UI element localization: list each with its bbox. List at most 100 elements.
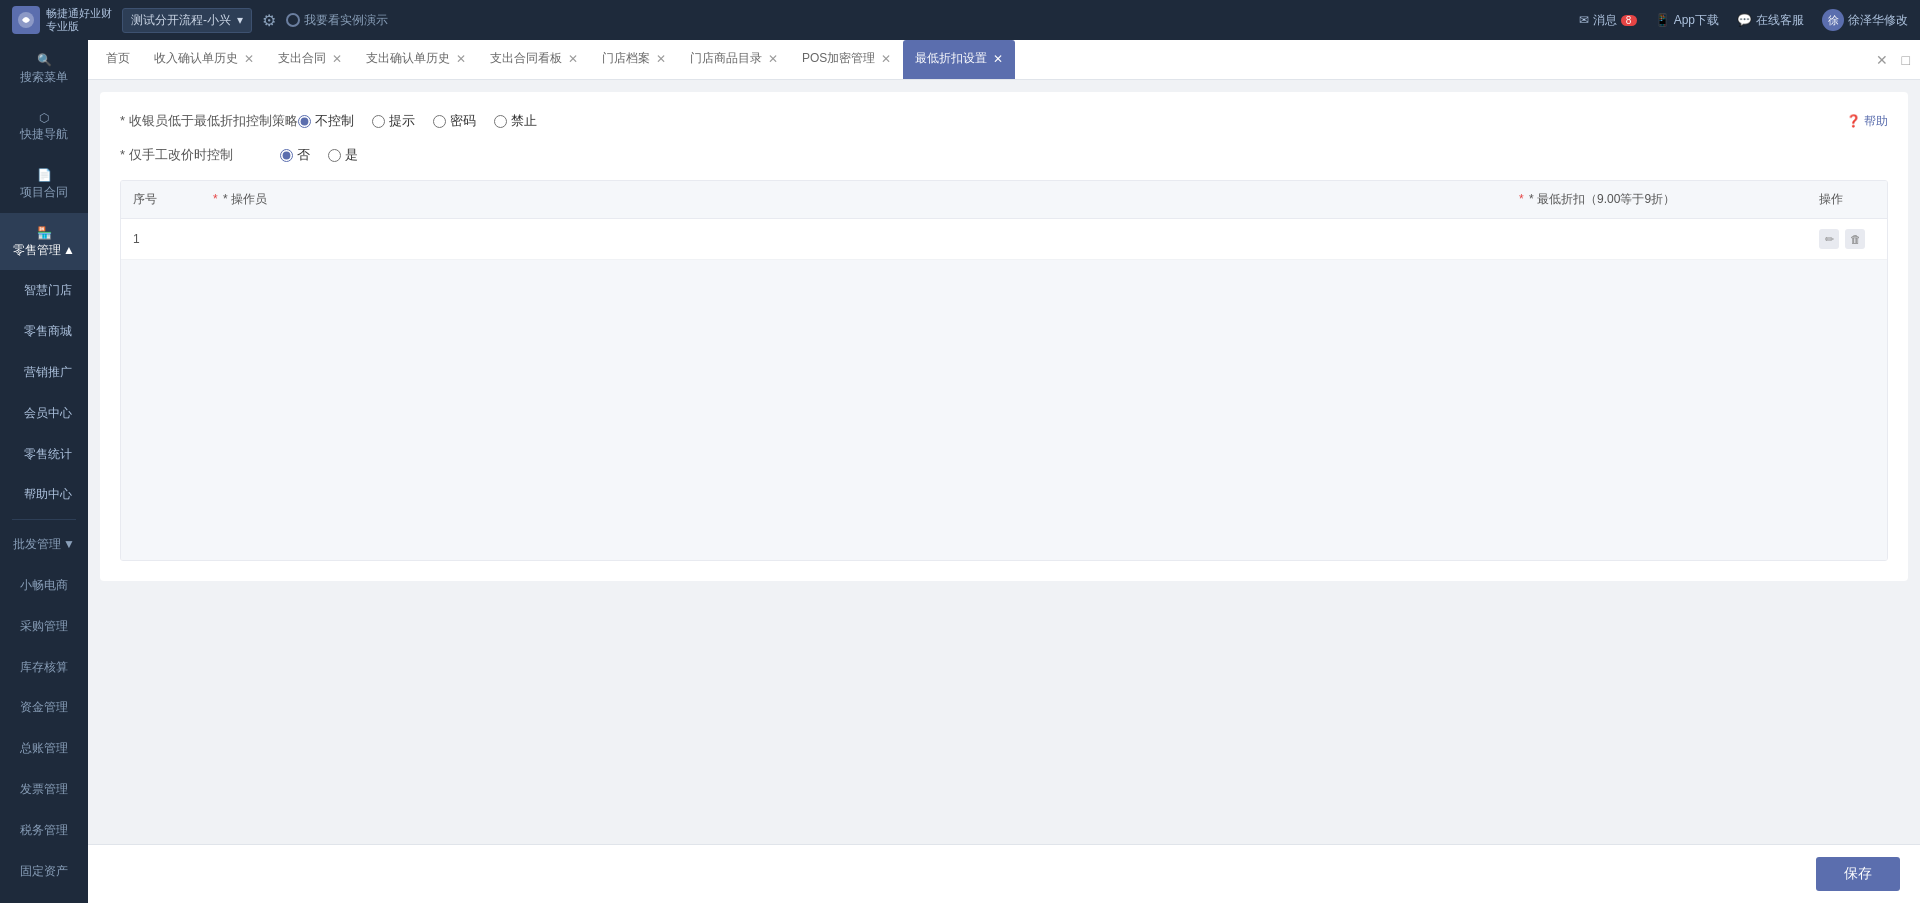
- sidebar-item-tax-mgmt[interactable]: 税务管理: [0, 810, 88, 851]
- sidebar-item-retail-mall[interactable]: 零售商城: [0, 311, 88, 352]
- page-content: * 收银员低于最低折扣控制策略 不控制 提示 密码: [88, 80, 1920, 844]
- tab-store-goods[interactable]: 门店商品目录 ✕: [678, 40, 790, 80]
- delete-row-button[interactable]: 🗑: [1845, 229, 1865, 249]
- tab-close-payment-confirm[interactable]: ✕: [456, 52, 466, 66]
- sidebar-item-member-center[interactable]: 会员中心: [0, 393, 88, 434]
- tab-close-payment-contract[interactable]: ✕: [332, 52, 342, 66]
- manual-control-radio-group: 否 是: [280, 146, 358, 164]
- col-min-discount: * * 最低折扣（9.00等于9折）: [1507, 181, 1807, 218]
- tab-close-store-file[interactable]: ✕: [656, 52, 666, 66]
- logo-icon: [12, 6, 40, 34]
- search-icon: 🔍: [0, 52, 88, 69]
- tab-close-income-confirm[interactable]: ✕: [244, 52, 254, 66]
- cell-actions: ✏ 🗑: [1807, 219, 1887, 259]
- form-row-manual-control: * 仅手工改价时控制 否 是: [120, 146, 1888, 164]
- tab-fullscreen-button[interactable]: □: [1898, 50, 1914, 70]
- save-button[interactable]: 保存: [1816, 857, 1900, 891]
- form-row-discount-policy: * 收银员低于最低折扣控制策略 不控制 提示 密码: [120, 112, 1888, 130]
- tab-payment-confirm[interactable]: 支出确认单历史 ✕: [354, 40, 478, 80]
- cell-seq: 1: [121, 219, 201, 259]
- sidebar-item-retail-mgmt[interactable]: 🏪 零售管理 ▲: [0, 213, 88, 271]
- tab-payment-board[interactable]: 支出合同看板 ✕: [478, 40, 590, 80]
- chevron-down-icon: ▼: [63, 536, 75, 553]
- tab-pos-password[interactable]: POS加密管理 ✕: [790, 40, 903, 80]
- settings-card: * 收银员低于最低折扣控制策略 不控制 提示 密码: [100, 92, 1908, 581]
- col-seq: 序号: [121, 181, 201, 218]
- sidebar-item-search[interactable]: 🔍 搜索菜单: [0, 40, 88, 98]
- sidebar-item-help-center[interactable]: 帮助中心: [0, 474, 88, 515]
- sidebar-item-fixed-assets[interactable]: 固定资产: [0, 851, 88, 892]
- sidebar-item-salary[interactable]: 工资: [0, 891, 88, 903]
- col-actions: 操作: [1807, 181, 1887, 218]
- demo-circle-icon: [286, 13, 300, 27]
- message-icon: ✉: [1579, 13, 1589, 27]
- cell-operator: [201, 219, 1507, 259]
- avatar: 徐: [1822, 9, 1844, 31]
- col-operator: * * 操作员: [201, 181, 1507, 218]
- sidebar-item-shortcuts[interactable]: ⬡ 快捷导航: [0, 98, 88, 156]
- radio-password[interactable]: 密码: [433, 112, 476, 130]
- contract-icon: 📄: [0, 167, 88, 184]
- discount-policy-label: * 收银员低于最低折扣控制策略: [120, 112, 298, 130]
- online-service-button[interactable]: 💬 在线客服: [1737, 12, 1804, 29]
- topbar-right: ✉ 消息 8 📱 App下载 💬 在线客服 徐 徐泽华修改: [1579, 9, 1908, 31]
- settings-icon[interactable]: ⚙: [262, 11, 276, 30]
- app-name: 畅捷通好业财 专业版: [46, 7, 112, 33]
- tab-close-store-goods[interactable]: ✕: [768, 52, 778, 66]
- table-empty-area: [121, 260, 1887, 560]
- sidebar-item-marketing[interactable]: 营销推广: [0, 352, 88, 393]
- tab-close-payment-board[interactable]: ✕: [568, 52, 578, 66]
- user-profile[interactable]: 徐 徐泽华修改: [1822, 9, 1908, 31]
- app-download-button[interactable]: 📱 App下载: [1655, 12, 1719, 29]
- discount-policy-radio-group: 不控制 提示 密码 禁止: [298, 112, 537, 130]
- radio-no[interactable]: 否: [280, 146, 310, 164]
- radio-yes[interactable]: 是: [328, 146, 358, 164]
- message-button[interactable]: ✉ 消息 8: [1579, 12, 1637, 29]
- sidebar-item-retail-stats[interactable]: 零售统计: [0, 434, 88, 475]
- table-header: 序号 * * 操作员 * * 最低折扣（9.00等于9折） 操作: [121, 181, 1887, 219]
- demo-link[interactable]: 我要看实例演示: [286, 12, 388, 29]
- tab-controls: ✕ □: [1872, 50, 1914, 70]
- tab-min-discount[interactable]: 最低折扣设置 ✕: [903, 40, 1015, 80]
- sidebar-item-inventory[interactable]: 库存核算: [0, 647, 88, 688]
- edit-row-button[interactable]: ✏: [1819, 229, 1839, 249]
- topbar: 畅捷通好业财 专业版 测试分开流程-小兴 ▾ ⚙ 我要看实例演示 ✉ 消息 8 …: [0, 0, 1920, 40]
- tab-home[interactable]: 首页: [94, 40, 142, 80]
- tab-close-pos-password[interactable]: ✕: [881, 52, 891, 66]
- radio-ban[interactable]: 禁止: [494, 112, 537, 130]
- sidebar-item-capital-mgmt[interactable]: 资金管理: [0, 687, 88, 728]
- sidebar-item-invoice-mgmt[interactable]: 发票管理: [0, 769, 88, 810]
- tab-close-min-discount[interactable]: ✕: [993, 52, 1003, 66]
- discount-table: 序号 * * 操作员 * * 最低折扣（9.00等于9折） 操作: [120, 180, 1888, 561]
- tab-payment-contract[interactable]: 支出合同 ✕: [266, 40, 354, 80]
- cell-min-discount: [1507, 219, 1807, 259]
- sidebar-item-purchase-mgmt[interactable]: 采购管理: [0, 606, 88, 647]
- sidebar-item-wholesale-mgmt[interactable]: 批发管理 ▼: [0, 524, 88, 565]
- message-badge: 8: [1621, 15, 1637, 26]
- project-selector[interactable]: 测试分开流程-小兴 ▾: [122, 8, 252, 33]
- tab-store-file[interactable]: 门店档案 ✕: [590, 40, 678, 80]
- sidebar-item-project-contract[interactable]: 📄 项目合同: [0, 155, 88, 213]
- shortcuts-icon: ⬡: [0, 110, 88, 127]
- manual-control-label: * 仅手工改价时控制: [120, 146, 280, 164]
- table-row: 1 ✏ 🗑: [121, 219, 1887, 260]
- sidebar-item-smart-store[interactable]: 智慧门店: [0, 270, 88, 311]
- content-area: 首页 收入确认单历史 ✕ 支出合同 ✕ 支出确认单历史 ✕ 支出合同看板 ✕ 门…: [88, 40, 1920, 903]
- sidebar-item-ecommerce[interactable]: 小畅电商: [0, 565, 88, 606]
- app-logo: 畅捷通好业财 专业版: [12, 6, 112, 34]
- tab-close-button[interactable]: ✕: [1872, 50, 1892, 70]
- retail-icon: 🏪: [0, 225, 88, 242]
- radio-prompt[interactable]: 提示: [372, 112, 415, 130]
- download-icon: 📱: [1655, 13, 1670, 27]
- tab-bar: 首页 收入确认单历史 ✕ 支出合同 ✕ 支出确认单历史 ✕ 支出合同看板 ✕ 门…: [88, 40, 1920, 80]
- radio-no-control[interactable]: 不控制: [298, 112, 354, 130]
- service-icon: 💬: [1737, 13, 1752, 27]
- sidebar: 🔍 搜索菜单 ⬡ 快捷导航 📄 项目合同 🏪 零售管理 ▲ 智慧门店 零售商城 …: [0, 40, 88, 903]
- chevron-down-icon: ▾: [237, 13, 243, 27]
- sidebar-item-ledger-mgmt[interactable]: 总账管理: [0, 728, 88, 769]
- page-footer: 保存: [88, 844, 1920, 903]
- main-layout: 🔍 搜索菜单 ⬡ 快捷导航 📄 项目合同 🏪 零售管理 ▲ 智慧门店 零售商城 …: [0, 40, 1920, 903]
- help-button[interactable]: ❓ 帮助: [1846, 113, 1888, 130]
- chevron-up-icon: ▲: [63, 242, 75, 259]
- tab-income-confirm[interactable]: 收入确认单历史 ✕: [142, 40, 266, 80]
